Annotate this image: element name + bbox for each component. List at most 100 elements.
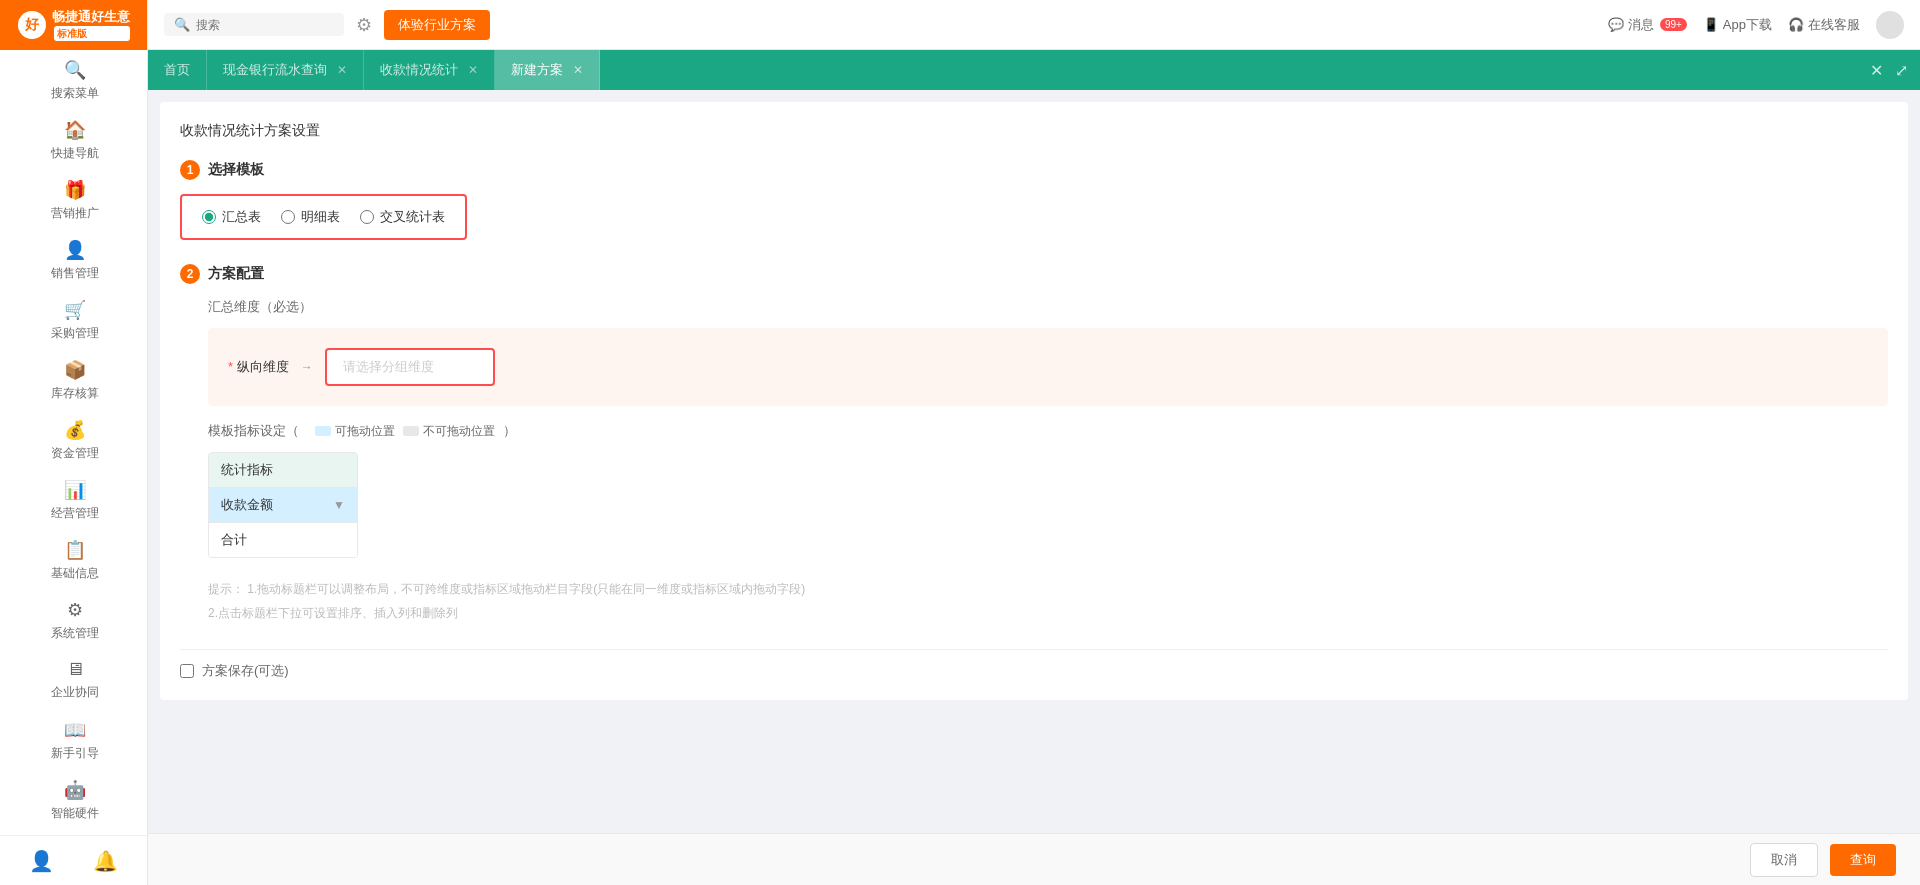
- logo-text: 畅捷通好生意: [52, 9, 130, 26]
- indicator-table: 统计指标 收款金额 ▼ 合计: [208, 452, 358, 558]
- sidebar-item-operations[interactable]: 📊 经营管理: [0, 470, 147, 530]
- save-checkbox[interactable]: [180, 664, 194, 678]
- home-icon: 🏠: [64, 119, 86, 141]
- indicator-legend: 可拖动位置 不可拖动位置 ）: [315, 422, 516, 440]
- tab-new-plan-close-icon[interactable]: ✕: [573, 63, 583, 77]
- monitor-icon: 🖥: [66, 659, 84, 680]
- sidebar-item-basic[interactable]: 📋 基础信息: [0, 530, 147, 590]
- indicator-dropdown-icon[interactable]: ▼: [333, 498, 345, 512]
- sidebar-item-marketing[interactable]: 🎁 营销推广: [0, 170, 147, 230]
- section2-header: 2 方案配置: [180, 264, 1888, 284]
- sidebar-item-inventory[interactable]: 📦 库存核算: [0, 350, 147, 410]
- tab-bank[interactable]: 现金银行流水查询 ✕: [207, 50, 364, 90]
- footer-bar: 取消 查询: [148, 833, 1920, 885]
- sidebar-item-quick-nav[interactable]: 🏠 快捷导航: [0, 110, 147, 170]
- sidebar-footer-btn1[interactable]: 👤: [29, 849, 54, 873]
- indicator-section-label: 模板指标设定（: [208, 422, 299, 440]
- sidebar-item-capital[interactable]: 💰 资金管理: [0, 410, 147, 470]
- radio-summary-label: 汇总表: [222, 208, 261, 226]
- app-download-button[interactable]: 📱 App下载: [1703, 16, 1772, 34]
- radio-summary[interactable]: 汇总表: [202, 208, 261, 226]
- headset-icon: 🎧: [1788, 17, 1804, 32]
- legend-fixed: 不可拖动位置: [403, 423, 495, 440]
- sidebar-footer-btn2[interactable]: 🔔: [93, 849, 118, 873]
- sidebar-item-label: 库存核算: [51, 385, 99, 402]
- radio-detail-input[interactable]: [281, 210, 295, 224]
- sidebar-item-purchase[interactable]: 🛒 采购管理: [0, 290, 147, 350]
- radio-detail[interactable]: 明细表: [281, 208, 340, 226]
- dimension-group-label: 汇总维度（必选）: [208, 298, 1888, 316]
- sidebar-item-label: 基础信息: [51, 565, 99, 582]
- tips-area: 提示： 1.拖动标题栏可以调整布局，不可跨维度或指标区域拖动栏目字段(只能在同一…: [208, 577, 1888, 625]
- indicator-section: 模板指标设定（ 可拖动位置 不可拖动位置 ）: [208, 422, 1888, 561]
- indicator-item-collection[interactable]: 收款金额 ▼: [209, 488, 357, 523]
- dimension-row: * 纵向维度 → 请选择分组维度: [228, 348, 1868, 386]
- tabs-right-actions: ✕ ⤢: [1858, 61, 1920, 80]
- legend-movable-label: 可拖动位置: [335, 423, 395, 440]
- settings-icon[interactable]: ⚙: [356, 14, 372, 36]
- template-options-box: 汇总表 明细表 交叉统计表: [180, 194, 467, 240]
- header: 🔍 ⚙ 体验行业方案 💬 消息 99+ 📱 App下载 🎧 在线客服: [148, 0, 1920, 50]
- notification-button[interactable]: 💬 消息 99+: [1608, 16, 1687, 34]
- sidebar-item-label: 企业协同: [51, 684, 99, 701]
- tip-2: 2.点击标题栏下拉可设置排序、插入列和删除列: [208, 601, 1888, 625]
- user-avatar[interactable]: [1876, 11, 1904, 39]
- tab-home-label: 首页: [164, 61, 190, 79]
- header-search-box[interactable]: 🔍: [164, 13, 344, 36]
- online-support-label: 在线客服: [1808, 16, 1860, 34]
- radio-cross-input[interactable]: [360, 210, 374, 224]
- money-icon: 💰: [64, 419, 86, 441]
- tab-close-all-icon[interactable]: ✕: [1870, 61, 1883, 80]
- legend-fixed-label: 不可拖动位置: [423, 423, 495, 440]
- sidebar-item-label: 智能硬件: [51, 805, 99, 822]
- radio-cross-label: 交叉统计表: [380, 208, 445, 226]
- industry-solution-button[interactable]: 体验行业方案: [384, 10, 490, 40]
- tab-collection-close-icon[interactable]: ✕: [468, 63, 478, 77]
- sidebar-item-enterprise[interactable]: 🖥 企业协同: [0, 650, 147, 710]
- tab-home[interactable]: 首页: [148, 50, 207, 90]
- logo-icon: 好: [18, 11, 46, 39]
- sidebar-item-system[interactable]: ⚙ 系统管理: [0, 590, 147, 650]
- sidebar-item-label: 资金管理: [51, 445, 99, 462]
- tab-collection[interactable]: 收款情况统计 ✕: [364, 50, 495, 90]
- page-title: 收款情况统计方案设置: [180, 122, 1888, 140]
- robot-icon: 🤖: [64, 779, 86, 801]
- legend-movable-box: [315, 426, 331, 436]
- content-card: 收款情况统计方案设置 1 选择模板 汇总表 明细表: [160, 102, 1908, 700]
- search-icon: 🔍: [174, 17, 190, 32]
- indicator-group-header: 统计指标: [209, 453, 357, 488]
- section1-title: 选择模板: [208, 161, 264, 179]
- online-support-button[interactable]: 🎧 在线客服: [1788, 16, 1860, 34]
- tab-bank-close-icon[interactable]: ✕: [337, 63, 347, 77]
- sidebar-item-label: 快捷导航: [51, 145, 99, 162]
- tab-collection-label: 收款情况统计: [380, 61, 458, 79]
- dim-select-box[interactable]: 请选择分组维度: [325, 348, 495, 386]
- sidebar-item-hardware[interactable]: 🤖 智能硬件: [0, 770, 147, 830]
- sidebar-item-label: 系统管理: [51, 625, 99, 642]
- template-radio-group: 汇总表 明细表 交叉统计表: [202, 208, 445, 226]
- search-input[interactable]: [196, 18, 316, 32]
- sidebar-item-search[interactable]: 🔍 搜索菜单: [0, 50, 147, 110]
- sidebar: 好 畅捷通好生意 标准版 🔍 搜索菜单 🏠 快捷导航 🎁 营销推广 👤 销售管理…: [0, 0, 148, 885]
- sidebar-item-guide[interactable]: 📖 新手引导: [0, 710, 147, 770]
- sidebar-item-sales[interactable]: 👤 销售管理: [0, 230, 147, 290]
- radio-cross[interactable]: 交叉统计表: [360, 208, 445, 226]
- sidebar-item-label: 营销推广: [51, 205, 99, 222]
- cancel-button[interactable]: 取消: [1750, 843, 1818, 877]
- tab-new-plan[interactable]: 新建方案 ✕: [495, 50, 600, 90]
- sidebar-item-label: 经营管理: [51, 505, 99, 522]
- sidebar-footer: 👤 🔔: [0, 835, 147, 885]
- tab-expand-icon[interactable]: ⤢: [1895, 61, 1908, 80]
- indicator-total: 合计: [209, 523, 357, 557]
- tabs-bar: 首页 现金银行流水查询 ✕ 收款情况统计 ✕ 新建方案 ✕ ✕ ⤢: [148, 50, 1920, 90]
- section-config: 2 方案配置 汇总维度（必选） * 纵向维度 → 请选择分组维度: [180, 264, 1888, 625]
- section2-title: 方案配置: [208, 265, 264, 283]
- query-button[interactable]: 查询: [1830, 844, 1896, 876]
- section2-num: 2: [180, 264, 200, 284]
- sidebar-item-label: 销售管理: [51, 265, 99, 282]
- notification-count: 99+: [1660, 18, 1687, 31]
- download-icon: 📱: [1703, 17, 1719, 32]
- vertical-dim-label: * 纵向维度: [228, 358, 289, 376]
- tab-new-plan-label: 新建方案: [511, 61, 563, 79]
- radio-summary-input[interactable]: [202, 210, 216, 224]
